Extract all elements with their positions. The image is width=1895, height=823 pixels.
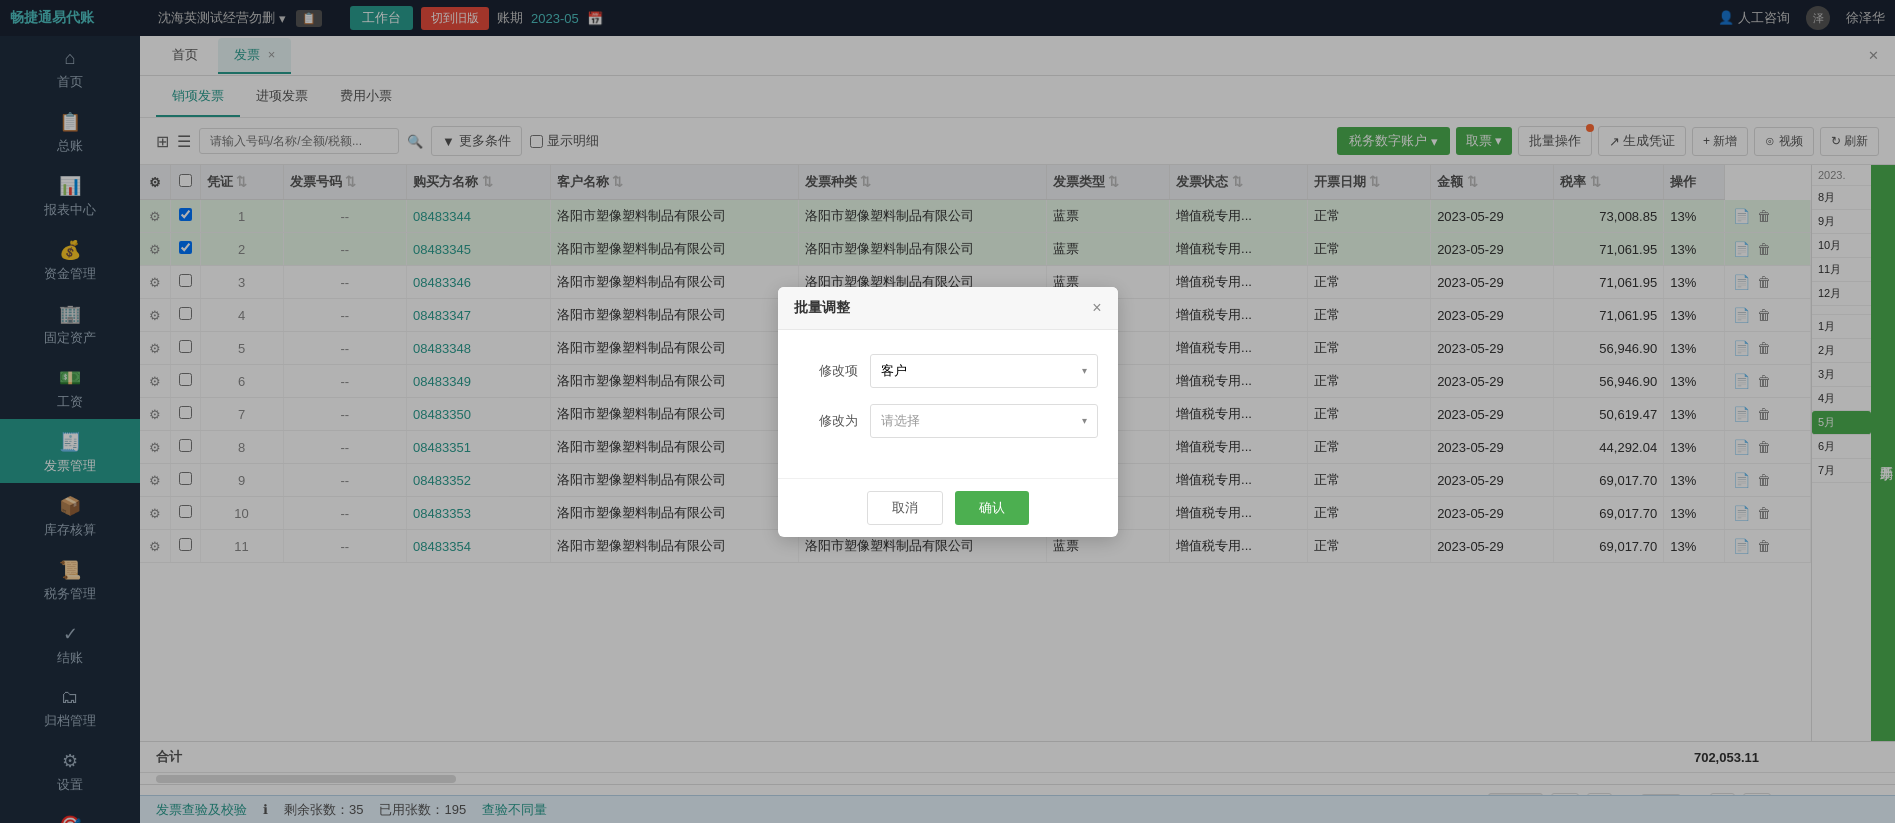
batch-adjust-modal: 批量调整 × 修改项 客户 ▾ 修改为 请选择 ▾ 取消 确认: [778, 287, 1118, 537]
modify-value-placeholder: 请选择: [881, 412, 920, 430]
modal-body: 修改项 客户 ▾ 修改为 请选择 ▾: [778, 330, 1118, 478]
modal-title: 批量调整: [794, 299, 850, 317]
modify-value-label: 修改为: [798, 412, 858, 430]
modal-overlay: 批量调整 × 修改项 客户 ▾ 修改为 请选择 ▾ 取消 确认: [0, 0, 1895, 823]
modify-field-row: 修改项 客户 ▾: [798, 354, 1098, 388]
modify-value-select[interactable]: 请选择 ▾: [870, 404, 1098, 438]
modal-footer: 取消 确认: [778, 478, 1118, 537]
modify-field-label: 修改项: [798, 362, 858, 380]
confirm-button[interactable]: 确认: [955, 491, 1029, 525]
modify-field-select[interactable]: 客户 ▾: [870, 354, 1098, 388]
modal-close-button[interactable]: ×: [1092, 299, 1101, 317]
field-select-chevron: ▾: [1082, 365, 1087, 376]
value-select-chevron: ▾: [1082, 415, 1087, 426]
modify-value-row: 修改为 请选择 ▾: [798, 404, 1098, 438]
modal-header: 批量调整 ×: [778, 287, 1118, 330]
modify-field-value: 客户: [881, 362, 907, 380]
cancel-button[interactable]: 取消: [867, 491, 943, 525]
